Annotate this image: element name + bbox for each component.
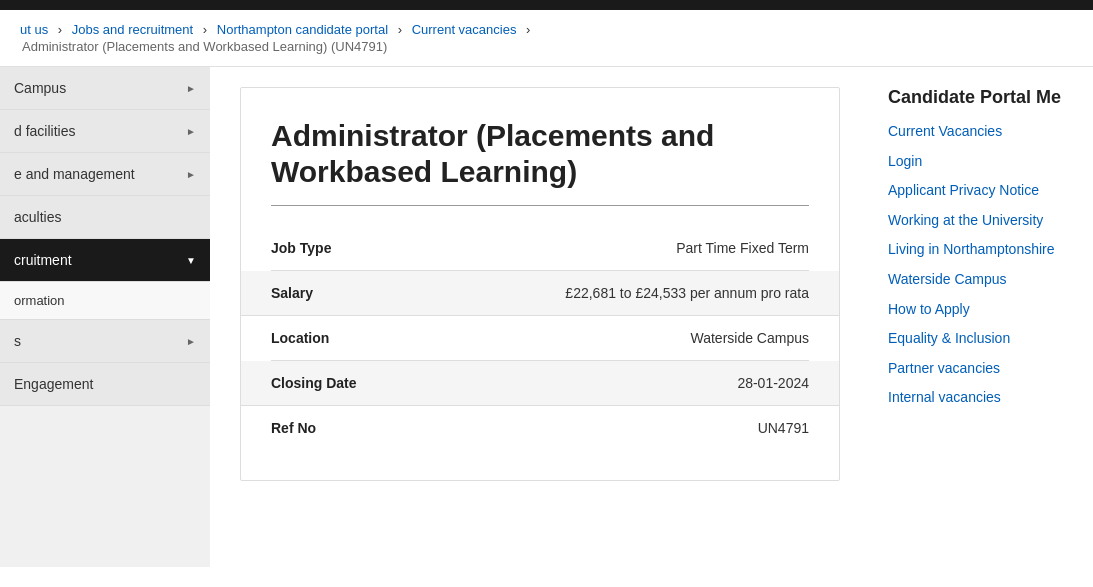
right-link-partner[interactable]: Partner vacancies [888, 359, 1078, 379]
breadcrumb-separator-2: › [203, 22, 207, 37]
job-label-refno: Ref No [271, 420, 401, 436]
sidebar-item-s[interactable]: s ► [0, 320, 210, 363]
breadcrumb: ut us › Jobs and recruitment › Northampt… [0, 10, 1093, 67]
right-link-working[interactable]: Working at the University [888, 211, 1078, 231]
job-card: Administrator (Placements and Workbased … [240, 87, 840, 481]
breadcrumb-link-about[interactable]: ut us [20, 22, 48, 37]
right-link-internal[interactable]: Internal vacancies [888, 388, 1078, 408]
sidebar-arrow-facilities: ► [186, 126, 196, 137]
sidebar-arrow-recruitment: ▼ [186, 255, 196, 266]
breadcrumb-link-vacancies[interactable]: Current vacancies [412, 22, 517, 37]
sidebar-item-recruitment[interactable]: cruitment ▼ [0, 239, 210, 282]
breadcrumb-link-portal[interactable]: Northampton candidate portal [217, 22, 388, 37]
job-value-salary: £22,681 to £24,533 per annum pro rata [565, 285, 809, 301]
job-label-type: Job Type [271, 240, 401, 256]
sidebar-label-faculties: aculties [14, 209, 61, 225]
job-detail-refno: Ref No UN4791 [271, 406, 809, 450]
job-title: Administrator (Placements and Workbased … [271, 118, 809, 206]
sidebar-item-engagement[interactable]: Engagement [0, 363, 210, 406]
sidebar-label-campus: Campus [14, 80, 66, 96]
sidebar-arrow-management: ► [186, 169, 196, 180]
sidebar-label-s: s [14, 333, 21, 349]
breadcrumb-separator-3: › [398, 22, 402, 37]
job-label-salary: Salary [271, 285, 401, 301]
job-value-closing: 28-01-2024 [737, 375, 809, 391]
job-detail-salary: Salary £22,681 to £24,533 per annum pro … [241, 271, 839, 316]
sidebar-item-campus[interactable]: Campus ► [0, 67, 210, 110]
job-detail-location: Location Waterside Campus [271, 316, 809, 361]
right-link-how-to-apply[interactable]: How to Apply [888, 300, 1078, 320]
right-link-living[interactable]: Living in Northamptonshire [888, 240, 1078, 260]
sidebar-item-faculties[interactable]: aculties [0, 196, 210, 239]
job-value-type: Part Time Fixed Term [676, 240, 809, 256]
job-value-refno: UN4791 [758, 420, 809, 436]
sidebar-label-information: ormation [14, 293, 65, 308]
sidebar-arrow-s: ► [186, 336, 196, 347]
page-layout: Campus ► d facilities ► e and management… [0, 67, 1093, 567]
breadcrumb-separator-4: › [526, 22, 530, 37]
right-link-equality[interactable]: Equality & Inclusion [888, 329, 1078, 349]
sidebar-item-facilities[interactable]: d facilities ► [0, 110, 210, 153]
sidebar-label-engagement: Engagement [14, 376, 93, 392]
right-sidebar: Candidate Portal Me Current Vacancies Lo… [873, 67, 1093, 567]
sidebar-item-information[interactable]: ormation [0, 282, 210, 320]
right-link-waterside[interactable]: Waterside Campus [888, 270, 1078, 290]
breadcrumb-separator-1: › [58, 22, 62, 37]
right-link-current-vacancies[interactable]: Current Vacancies [888, 122, 1078, 142]
main-content: Administrator (Placements and Workbased … [210, 67, 873, 567]
breadcrumb-current: Administrator (Placements and Workbased … [20, 39, 1073, 54]
sidebar-label-management: e and management [14, 166, 135, 182]
job-detail-closing: Closing Date 28-01-2024 [241, 361, 839, 406]
sidebar-arrow-campus: ► [186, 83, 196, 94]
job-label-location: Location [271, 330, 401, 346]
left-sidebar: Campus ► d facilities ► e and management… [0, 67, 210, 567]
right-sidebar-heading: Candidate Portal Me [888, 87, 1078, 108]
sidebar-label-recruitment: cruitment [14, 252, 72, 268]
breadcrumb-link-jobs[interactable]: Jobs and recruitment [72, 22, 193, 37]
right-link-privacy[interactable]: Applicant Privacy Notice [888, 181, 1078, 201]
top-bar [0, 0, 1093, 10]
sidebar-item-management[interactable]: e and management ► [0, 153, 210, 196]
job-detail-type: Job Type Part Time Fixed Term [271, 226, 809, 271]
job-label-closing: Closing Date [271, 375, 401, 391]
right-link-login[interactable]: Login [888, 152, 1078, 172]
job-value-location: Waterside Campus [690, 330, 809, 346]
sidebar-label-facilities: d facilities [14, 123, 75, 139]
